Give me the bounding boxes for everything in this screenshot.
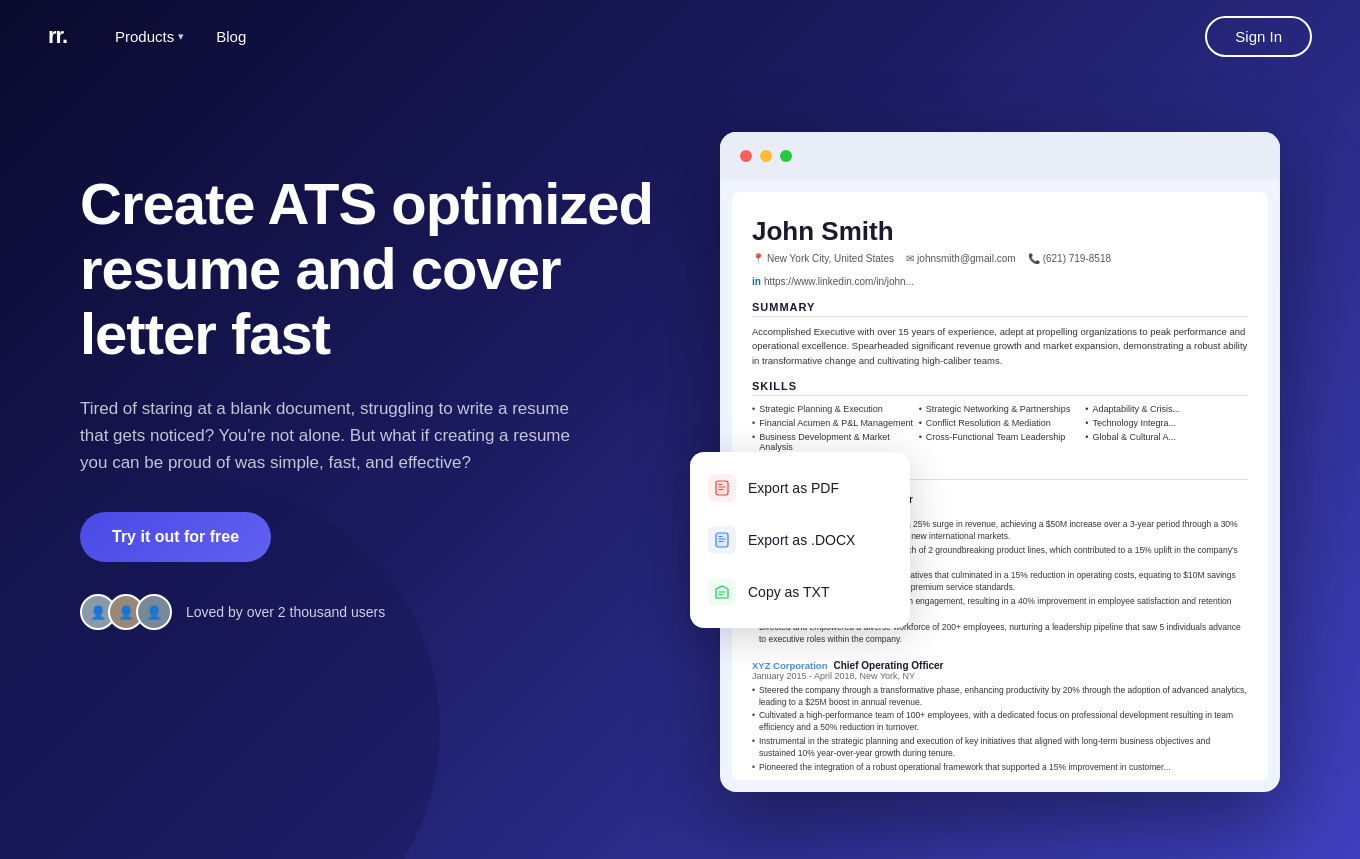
email-icon: ✉ — [906, 253, 914, 264]
linkedin-icon: in — [752, 276, 761, 287]
social-text: Loved by over 2 thousand users — [186, 604, 385, 620]
hero-subtitle: Tired of staring at a blank document, st… — [80, 395, 600, 477]
avatars: 👤 👤 👤 — [80, 594, 172, 630]
avatar: 👤 — [136, 594, 172, 630]
cta-button[interactable]: Try it out for free — [80, 512, 271, 562]
skill-item: Cross-Functional Team Leadership — [919, 432, 1082, 452]
blog-nav-link[interactable]: Blog — [216, 28, 246, 45]
nav-links: Products ▾ Blog — [115, 28, 1205, 45]
svg-rect-1 — [716, 533, 728, 547]
export-pdf-label: Export as PDF — [748, 480, 839, 496]
resume-preview: John Smith 📍 New York City, United State… — [720, 132, 1280, 792]
resume-location: 📍 New York City, United States — [752, 253, 894, 264]
skill-item: Global & Cultural A... — [1085, 432, 1248, 452]
navbar: rr. Products ▾ Blog Sign In — [0, 0, 1360, 72]
resume-contact: 📍 New York City, United States ✉ johnsmi… — [752, 253, 1248, 287]
social-proof: 👤 👤 👤 Loved by over 2 thousand users — [80, 594, 680, 630]
skill-item: Financial Acumen & P&L Management — [752, 418, 915, 428]
job-2-bullet-2: Cultivated a high-performance team of 10… — [752, 710, 1248, 734]
skill-item: Conflict Resolution & Mediation — [919, 418, 1082, 428]
job-2-bullet-1: Steered the company through a transforma… — [752, 685, 1248, 709]
resume-linkedin: in https://www.linkedin.com/in/john... — [752, 276, 914, 287]
window-close-dot — [740, 150, 752, 162]
export-txt-item[interactable]: Copy as TXT — [690, 566, 910, 618]
skill-item: Technology Integra... — [1085, 418, 1248, 428]
txt-icon — [708, 578, 736, 606]
summary-text: Accomplished Executive with over 15 year… — [752, 325, 1248, 368]
job-2: XYZ Corporation Chief Operating Officer … — [752, 654, 1248, 774]
job-2-company: XYZ Corporation — [752, 660, 827, 671]
export-docx-label: Export as .DOCX — [748, 532, 855, 548]
chevron-down-icon: ▾ — [178, 30, 184, 43]
resume-email: ✉ johnsmith@gmail.com — [906, 253, 1016, 264]
pdf-icon — [708, 474, 736, 502]
docx-icon — [708, 526, 736, 554]
hero-title: Create ATS optimized resume and cover le… — [80, 172, 680, 367]
resume-header-bar — [720, 132, 1280, 180]
window-minimize-dot — [760, 150, 772, 162]
main-content: Create ATS optimized resume and cover le… — [0, 72, 1360, 792]
window-maximize-dot — [780, 150, 792, 162]
products-nav-link[interactable]: Products ▾ — [115, 28, 184, 45]
skills-grid: Strategic Planning & Execution Strategic… — [752, 404, 1248, 452]
export-txt-label: Copy as TXT — [748, 584, 829, 600]
job-2-dates: January 2015 - April 2018, New York, NY — [752, 671, 1248, 681]
svg-rect-0 — [716, 481, 728, 495]
hero-section: Create ATS optimized resume and cover le… — [80, 132, 680, 630]
export-popup: Export as PDF Export as .DOCX — [690, 452, 910, 628]
job-2-bullet-4: Pioneered the integration of a robust op… — [752, 762, 1248, 774]
export-pdf-item[interactable]: Export as PDF — [690, 462, 910, 514]
resume-name: John Smith — [752, 216, 1248, 247]
skill-item: Strategic Planning & Execution — [752, 404, 915, 414]
logo[interactable]: rr. — [48, 23, 67, 49]
skill-item: Adaptability & Crisis... — [1085, 404, 1248, 414]
phone-icon: 📞 — [1028, 253, 1040, 264]
skill-item: Business Development & Market Analysis — [752, 432, 915, 452]
job-2-bullet-3: Instrumental in the strategic planning a… — [752, 736, 1248, 760]
job-2-title: Chief Operating Officer — [833, 660, 943, 671]
summary-section-title: SUMMARY — [752, 301, 1248, 317]
skill-item: Strategic Networking & Partnerships — [919, 404, 1082, 414]
resume-phone: 📞 (621) 719-8518 — [1028, 253, 1111, 264]
skills-section-title: SKILLS — [752, 380, 1248, 396]
export-docx-item[interactable]: Export as .DOCX — [690, 514, 910, 566]
location-icon: 📍 — [752, 253, 764, 264]
signin-button[interactable]: Sign In — [1205, 16, 1312, 57]
